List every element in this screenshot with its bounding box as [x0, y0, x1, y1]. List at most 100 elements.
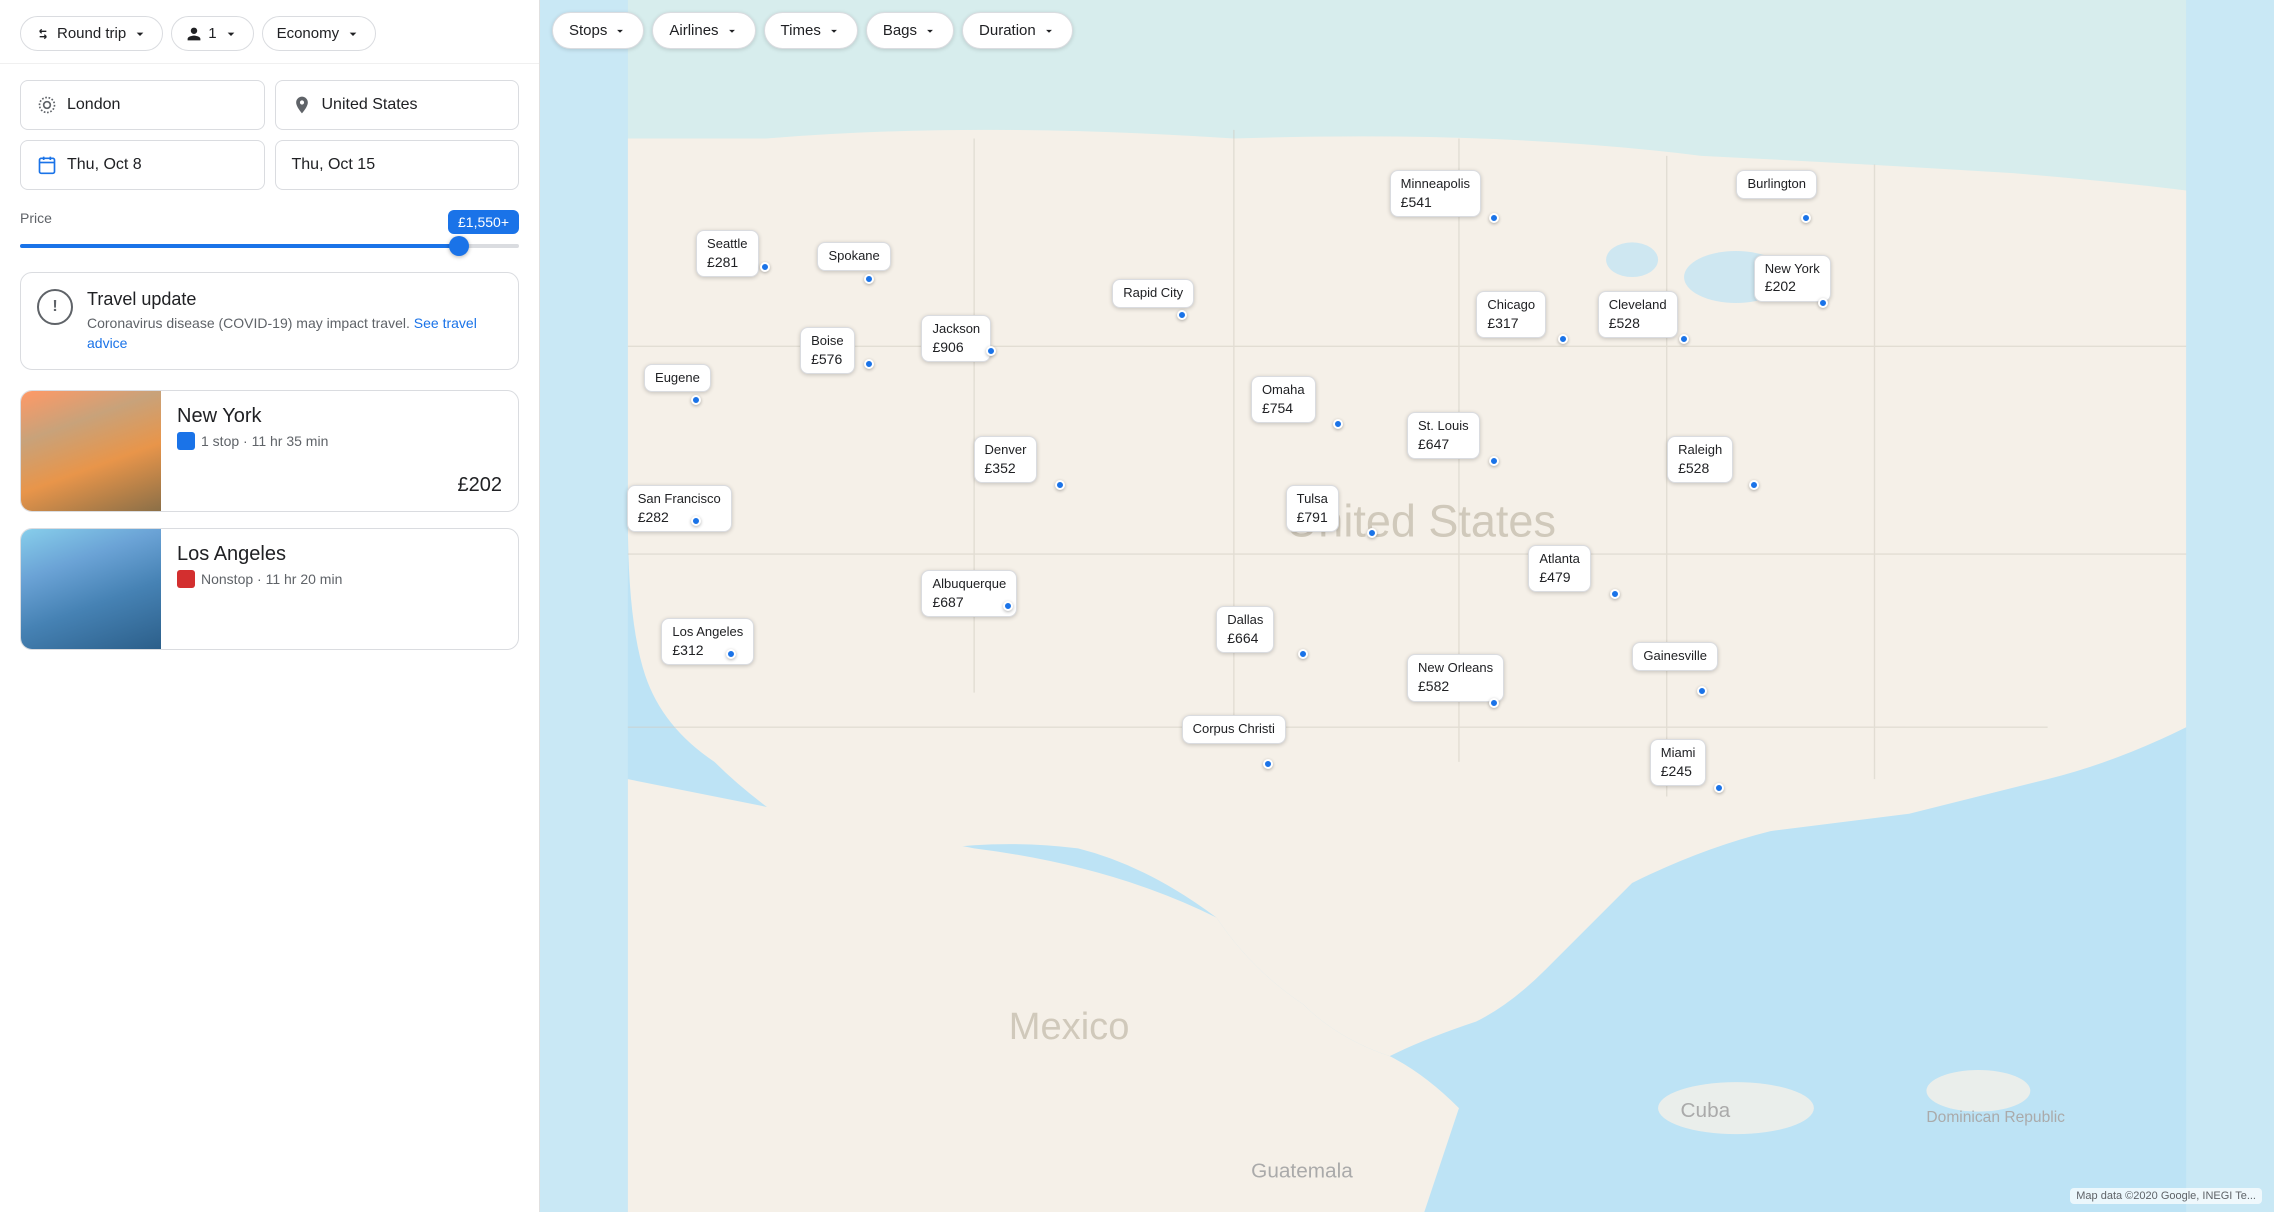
marker-omaha[interactable]: Omaha £754 [1251, 376, 1316, 423]
class-chevron [345, 26, 361, 42]
airlines-chevron [725, 24, 739, 38]
bags-filter[interactable]: Bags [866, 12, 954, 49]
marker-neworleans[interactable]: New Orleans £582 [1407, 654, 1504, 701]
times-chevron [827, 24, 841, 38]
result-card-losangeles[interactable]: Los Angeles Nonstop · 11 hr 20 min [20, 528, 519, 650]
result-info-newyork: New York 1 stop · 11 hr 35 min £202 [161, 391, 518, 511]
top-bar: Round trip 1 Economy [0, 0, 539, 64]
passengers-chevron [223, 26, 239, 42]
destination-value: United States [322, 96, 418, 114]
location-row: London United States [20, 80, 519, 130]
marker-jackson[interactable]: Jackson £906 [921, 315, 991, 362]
marker-eugene[interactable]: Eugene [644, 364, 711, 393]
airline-badge-newyork [177, 432, 195, 450]
marker-seattle[interactable]: Seattle £281 [696, 230, 758, 277]
dot-miami [1714, 783, 1724, 793]
map-attribution: Map data ©2020 Google, INEGI Te... [2070, 1188, 2262, 1204]
travel-update-card: ! Travel update Coronavirus disease (COV… [20, 272, 519, 370]
destination-field[interactable]: United States [275, 80, 520, 130]
stops-chevron [613, 24, 627, 38]
date-from-field[interactable]: Thu, Oct 8 [20, 140, 265, 190]
marker-stlouis[interactable]: St. Louis £647 [1407, 412, 1480, 459]
dot-tulsa [1367, 528, 1377, 538]
svg-text:Mexico: Mexico [1009, 1006, 1130, 1048]
dot-chicago [1558, 334, 1568, 344]
marker-miami[interactable]: Miami £245 [1650, 739, 1707, 786]
result-image-losangeles [21, 529, 161, 649]
trip-type-label: Round trip [57, 25, 126, 42]
marker-denver[interactable]: Denver £352 [974, 436, 1038, 483]
result-image-newyork [21, 391, 161, 511]
dot-newyork [1818, 298, 1828, 308]
marker-newyork[interactable]: New York £202 [1754, 255, 1831, 302]
marker-chicago[interactable]: Chicago £317 [1476, 291, 1546, 338]
marker-raleigh[interactable]: Raleigh £528 [1667, 436, 1733, 483]
map-filters: Stops Airlines Times Bags Duration [552, 12, 1073, 49]
result-stops-newyork: 1 stop · 11 hr 35 min [201, 433, 328, 449]
duration-filter[interactable]: Duration [962, 12, 1073, 49]
date-to-field[interactable]: Thu, Oct 15 [275, 140, 520, 190]
marker-losangeles[interactable]: Los Angeles £312 [661, 618, 754, 665]
class-label: Economy [277, 25, 340, 42]
airlines-filter-label: Airlines [669, 22, 718, 39]
stops-filter[interactable]: Stops [552, 12, 644, 49]
result-meta-newyork: 1 stop · 11 hr 35 min [177, 432, 502, 450]
dot-corpuschristi [1263, 759, 1273, 769]
stops-filter-label: Stops [569, 22, 607, 39]
svg-text:Dominican Republic: Dominican Republic [1926, 1109, 2065, 1126]
dot-cleveland [1679, 334, 1689, 344]
marker-gainesville[interactable]: Gainesville [1632, 642, 1718, 671]
trip-type-chevron [132, 26, 148, 42]
dot-gainesville [1697, 686, 1707, 696]
marker-boise[interactable]: Boise £576 [800, 327, 855, 374]
dot-eugene [691, 395, 701, 405]
dot-stlouis [1489, 456, 1499, 466]
marker-atlanta[interactable]: Atlanta £479 [1528, 545, 1590, 592]
bags-filter-label: Bags [883, 22, 917, 39]
dot-minneapolis [1489, 213, 1499, 223]
origin-value: London [67, 96, 120, 114]
dot-losangeles [726, 649, 736, 659]
price-badge: £1,550+ [448, 210, 519, 234]
dot-omaha [1333, 419, 1343, 429]
times-filter[interactable]: Times [764, 12, 858, 49]
result-price-newyork: £202 [177, 474, 502, 497]
svg-text:Guatemala: Guatemala [1251, 1159, 1353, 1182]
result-city-losangeles: Los Angeles [177, 543, 502, 566]
marker-burlington[interactable]: Burlington [1736, 170, 1817, 199]
calendar-icon [37, 155, 57, 175]
dot-boise [864, 359, 874, 369]
price-label: Price [20, 210, 519, 226]
marker-minneapolis[interactable]: Minneapolis £541 [1390, 170, 1481, 217]
marker-dallas[interactable]: Dallas £664 [1216, 606, 1274, 653]
date-row: Thu, Oct 8 Thu, Oct 15 [20, 140, 519, 190]
dot-atlanta [1610, 589, 1620, 599]
marker-albuquerque[interactable]: Albuquerque £687 [921, 570, 1017, 617]
slider-thumb[interactable] [449, 236, 469, 256]
passengers-filter[interactable]: 1 [171, 16, 253, 51]
update-warning-icon: ! [37, 289, 73, 325]
trip-type-filter[interactable]: Round trip [20, 16, 163, 51]
dot-seattle [760, 262, 770, 272]
dot-denver [1055, 480, 1065, 490]
dot-raleigh [1749, 480, 1759, 490]
marker-tulsa[interactable]: Tulsa £791 [1286, 485, 1339, 532]
svg-text:Cuba: Cuba [1681, 1099, 1731, 1122]
marker-corpuschristi[interactable]: Corpus Christi [1182, 715, 1286, 744]
marker-rapidcity[interactable]: Rapid City [1112, 279, 1194, 308]
dot-dallas [1298, 649, 1308, 659]
class-filter[interactable]: Economy [262, 16, 377, 51]
person-icon [186, 26, 202, 42]
price-section: £1,550+ Price [0, 198, 539, 260]
result-stops-losangeles: Nonstop · 11 hr 20 min [201, 571, 342, 587]
marker-spokane[interactable]: Spokane [817, 242, 890, 271]
origin-field[interactable]: London [20, 80, 265, 130]
airlines-filter[interactable]: Airlines [652, 12, 755, 49]
result-meta-losangeles: Nonstop · 11 hr 20 min [177, 570, 502, 588]
duration-chevron [1042, 24, 1056, 38]
marker-sanfrancisco[interactable]: San Francisco £282 [627, 485, 732, 532]
result-card-newyork[interactable]: New York 1 stop · 11 hr 35 min £202 [20, 390, 519, 512]
price-slider[interactable] [20, 244, 519, 248]
duration-filter-label: Duration [979, 22, 1036, 39]
marker-cleveland[interactable]: Cleveland £528 [1598, 291, 1678, 338]
